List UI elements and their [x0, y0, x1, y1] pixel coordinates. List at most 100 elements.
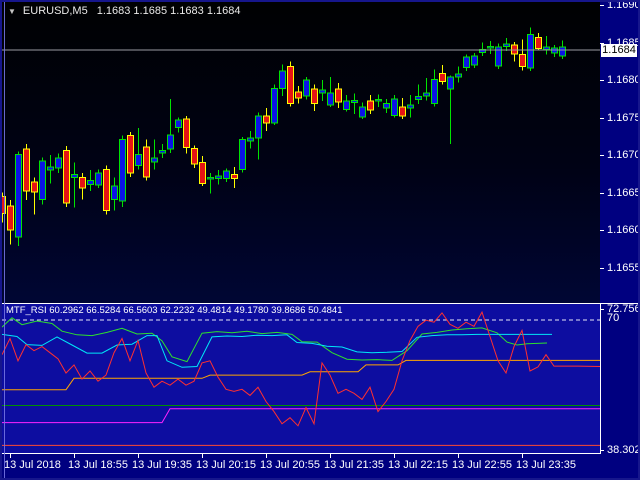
time-tick: [74, 454, 75, 458]
candle-body: [367, 100, 374, 111]
symbol-label: EURUSD,M5: [22, 5, 88, 17]
M30-rsi-line: [2, 333, 552, 368]
candle-body: [431, 78, 438, 104]
panel-axis-label: 70: [607, 312, 620, 324]
current-price-tag: 1.1684: [601, 44, 637, 57]
time-tick-label: 13 Jul 22:55: [452, 459, 512, 471]
candle-body: [559, 46, 566, 57]
price-tick-label: 1.1655: [607, 261, 640, 274]
mt4-chart-window: ▼ EURUSD,M5 1.1683 1.1685 1.1683 1.1684 …: [0, 0, 640, 480]
time-tick: [330, 454, 331, 458]
candle-body: [399, 106, 406, 117]
time-tick-label: 13 Jul 21:35: [324, 459, 384, 471]
price-tick: [600, 155, 604, 156]
candlestick-plot: [2, 27, 600, 246]
price-tick-label: 1.1675: [607, 111, 640, 124]
H1-rsi-line: [2, 359, 600, 391]
candle-body: [143, 146, 150, 178]
candle-body: [295, 91, 302, 99]
time-tick-label: 13 Jul 22:15: [388, 459, 448, 471]
time-tick: [394, 454, 395, 458]
candle-body: [335, 88, 342, 103]
candle-body: [23, 148, 30, 192]
rsi-plot: [2, 310, 600, 446]
window-frame-highlight: [4, 2, 5, 478]
candle-body: [327, 92, 334, 106]
candle-body: [527, 33, 534, 69]
indicator-label: MTF_RSI 60.2962 66.5284 66.5603 62.2232 …: [6, 305, 343, 316]
candle-body: [359, 106, 366, 118]
candle-body: [31, 181, 38, 193]
candle-body: [407, 104, 414, 109]
main-chart[interactable]: ▼ EURUSD,M5 1.1683 1.1685 1.1683 1.1684: [2, 2, 600, 303]
price-tick-label: 1.1670: [607, 149, 640, 161]
candle-body: [415, 96, 422, 100]
candle-body: [231, 174, 238, 179]
candle-body: [423, 92, 430, 97]
candle-body: [15, 153, 22, 238]
candle-body: [159, 150, 166, 154]
candle-body: [543, 46, 550, 50]
candle-body: [63, 150, 70, 204]
candle-body: [519, 54, 526, 67]
candle-body: [199, 162, 206, 184]
candle-body: [447, 76, 454, 90]
indicator-subwindow[interactable]: MTF_RSI 60.2962 66.5284 66.5603 62.2232 …: [2, 304, 600, 453]
M15-rsi-line: [2, 317, 548, 363]
panel-timeaxis-separator: [2, 453, 600, 454]
price-tick-label: 1.1680: [607, 74, 640, 86]
time-tick: [10, 454, 11, 458]
candle-body: [391, 98, 398, 116]
chart-panel-separator[interactable]: [2, 303, 638, 304]
time-tick: [266, 454, 267, 458]
candle-body: [255, 115, 262, 139]
price-tick: [600, 117, 604, 119]
ohlc-values: 1.1683 1.1685 1.1683 1.1684: [96, 5, 241, 17]
candle-body: [47, 166, 54, 171]
chart-title: ▼ EURUSD,M5 1.1683 1.1685 1.1683 1.1684: [8, 5, 240, 17]
dropdown-arrow-icon[interactable]: ▼: [8, 7, 16, 16]
candle-body: [503, 43, 510, 47]
candle-body: [207, 177, 214, 180]
price-tick-label: 1.1660: [607, 224, 640, 236]
candle-body: [303, 79, 310, 97]
price-axis[interactable]: 1.1690 1.1685 1.1680 1.1675 1.1670 1.1665 1.16…: [600, 2, 638, 478]
candle-body: [79, 177, 86, 189]
time-tick: [202, 454, 203, 458]
candle-body: [55, 157, 62, 169]
candle-body: [175, 119, 182, 128]
time-tick: [458, 454, 459, 458]
candle-body: [383, 102, 390, 109]
candle-body: [319, 89, 326, 94]
candle-body: [39, 160, 46, 200]
candle-body: [247, 137, 254, 142]
candle-body: [471, 55, 478, 66]
time-tick-label: 13 Jul 19:35: [132, 459, 192, 471]
panel-axis-label: 38.3025: [607, 444, 638, 456]
candle-body: [151, 157, 158, 163]
candle-body: [183, 118, 190, 148]
candle-body: [343, 100, 350, 110]
candle-body: [127, 135, 134, 174]
time-tick-label: 13 Jul 20:55: [260, 459, 320, 471]
price-tick: [600, 267, 604, 269]
time-tick-label: 13 Jul 20:15: [196, 459, 256, 471]
candle-body: [455, 73, 462, 78]
candle-body: [135, 153, 142, 166]
candle-body: [239, 138, 246, 170]
candle-body: [7, 205, 14, 231]
candle-body: [95, 172, 102, 186]
candle-body: [71, 174, 78, 178]
time-axis[interactable]: 13 Jul 2018 13 Jul 18:55 13 Jul 19:35 13 Ju…: [2, 454, 600, 478]
candle-body: [375, 99, 382, 102]
price-tick: [600, 5, 604, 6]
candle-body: [535, 36, 542, 49]
candle-body: [263, 115, 270, 124]
price-tick-label: 1.1690: [607, 0, 640, 11]
time-tick-label: 13 Jul 18:55: [68, 459, 128, 471]
candle-body: [103, 168, 110, 211]
H4-rsi-line: [2, 408, 600, 424]
candle-body: [279, 70, 286, 89]
time-tick-label: 13 Jul 2018: [4, 459, 61, 471]
candle-body: [223, 170, 230, 179]
